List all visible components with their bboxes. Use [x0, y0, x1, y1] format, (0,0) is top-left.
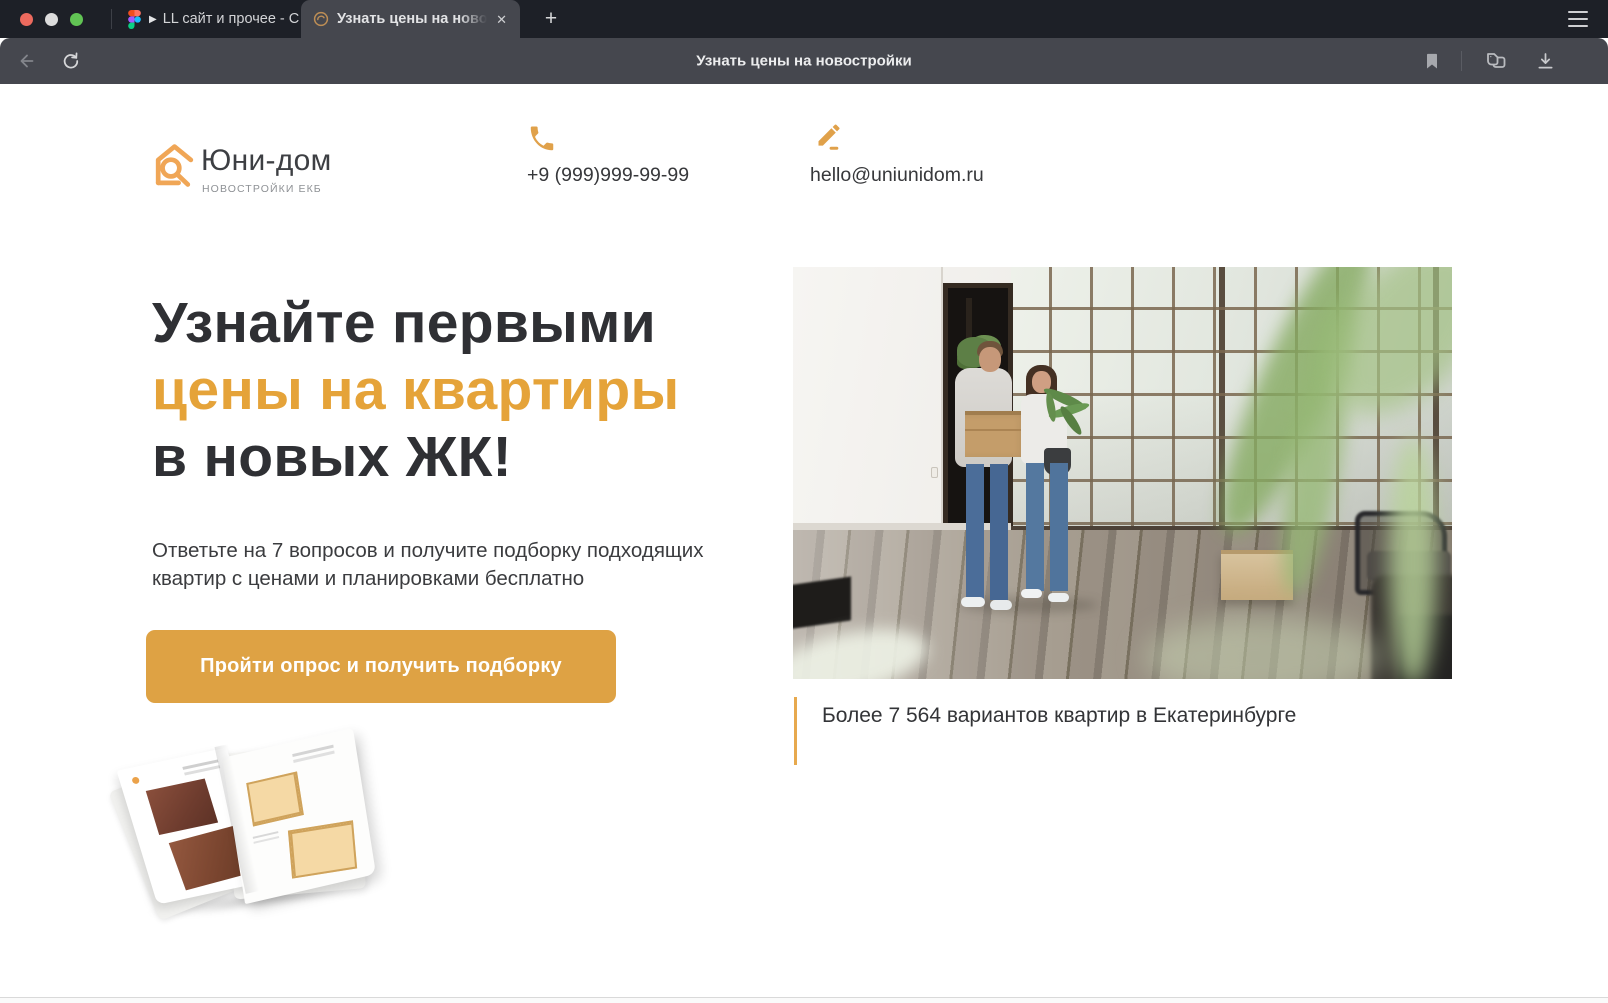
floor-plan-graphic [287, 820, 358, 879]
menu-icon[interactable] [1568, 11, 1588, 27]
logo-house-icon[interactable] [149, 141, 198, 195]
photo-woman-shoe [1021, 589, 1042, 598]
magazine-text-lines [292, 744, 334, 758]
tab-label: LL сайт и прочее - CO [162, 11, 300, 27]
figma-icon [128, 9, 141, 29]
pencil-icon [815, 124, 843, 157]
caption-accent-bar [794, 697, 797, 765]
magazine-logo-dot [131, 776, 141, 785]
divider [111, 9, 112, 29]
hero-heading-line1: Узнайте первыми [152, 291, 656, 355]
photo-man-jeans [966, 464, 1008, 600]
close-tab-icon[interactable]: ✕ [493, 11, 510, 28]
photo-woman-shoe [1048, 593, 1069, 602]
hero-heading-line2: цены на квартиры [152, 358, 680, 422]
window-bottom-edge [0, 997, 1608, 1003]
hero-photo [793, 267, 1452, 679]
minimize-window-button[interactable] [45, 13, 58, 26]
photo-side-table [793, 576, 851, 630]
photo-woman-jeans [1026, 463, 1068, 591]
phone-number[interactable]: +9 (999)999-99-99 [527, 164, 689, 187]
logo-name[interactable]: Юни-дом [201, 144, 332, 178]
logo-tagline: НОВОСТРОЙКИ ЕКБ [202, 183, 322, 195]
hero-subtitle: Ответьте на 7 вопросов и получите подбор… [152, 539, 704, 590]
take-survey-button[interactable]: Пройти опрос и получить подборку [146, 630, 616, 703]
tab-preview-active[interactable]: Узнать цены на новос ✕ [301, 0, 520, 38]
floor-plan-graphic [246, 771, 304, 827]
bookmark-icon[interactable] [1422, 51, 1442, 71]
browser-window: ▶ LL сайт и прочее - CO Узнать цены на н… [0, 0, 1608, 1003]
new-tab-button[interactable]: + [536, 4, 566, 34]
photo-outlet [931, 467, 938, 478]
back-icon[interactable] [16, 50, 38, 72]
webpage-content: Юни-дом НОВОСТРОЙКИ ЕКБ +9 (999)999-99-9… [0, 84, 1608, 997]
catalog-mockup-image [108, 727, 384, 923]
magazine-photo [145, 778, 219, 836]
hero-heading-line3: в новых ЖК! [152, 425, 512, 489]
photo-man-face [979, 347, 1001, 372]
zoom-window-button[interactable] [70, 13, 83, 26]
photo-foliage [1389, 437, 1437, 679]
reload-icon[interactable] [60, 51, 81, 72]
browser-toolbar: Узнать цены на новостройки [0, 38, 1608, 84]
divider [1461, 51, 1462, 71]
window-controls [20, 13, 83, 26]
phone-icon [527, 124, 557, 159]
play-icon: ▶ [149, 13, 157, 25]
tab-figma-project[interactable]: ▶ LL сайт и прочее - CO [118, 0, 300, 38]
overlapping-windows-icon[interactable] [1484, 49, 1508, 73]
tab-label: Узнать цены на новос [337, 11, 487, 27]
photo-caption: Более 7 564 вариантов квартир в Екатерин… [822, 704, 1297, 727]
magazine-text-lines [182, 759, 219, 770]
photo-man-shoe [990, 600, 1012, 610]
download-icon[interactable] [1535, 51, 1556, 72]
email-address[interactable]: hello@uniunidom.ru [810, 164, 984, 187]
site-favicon-icon [313, 11, 329, 27]
page-title: Узнать цены на новостройки [696, 52, 912, 70]
tab-bar: ▶ LL сайт и прочее - CO Узнать цены на н… [0, 0, 1608, 38]
close-window-button[interactable] [20, 13, 33, 26]
photo-man-shoe [961, 597, 985, 607]
hero-heading: Узнайте первыми цены на квартиры в новых Ж… [152, 290, 680, 491]
magazine-text-lines [252, 831, 279, 839]
